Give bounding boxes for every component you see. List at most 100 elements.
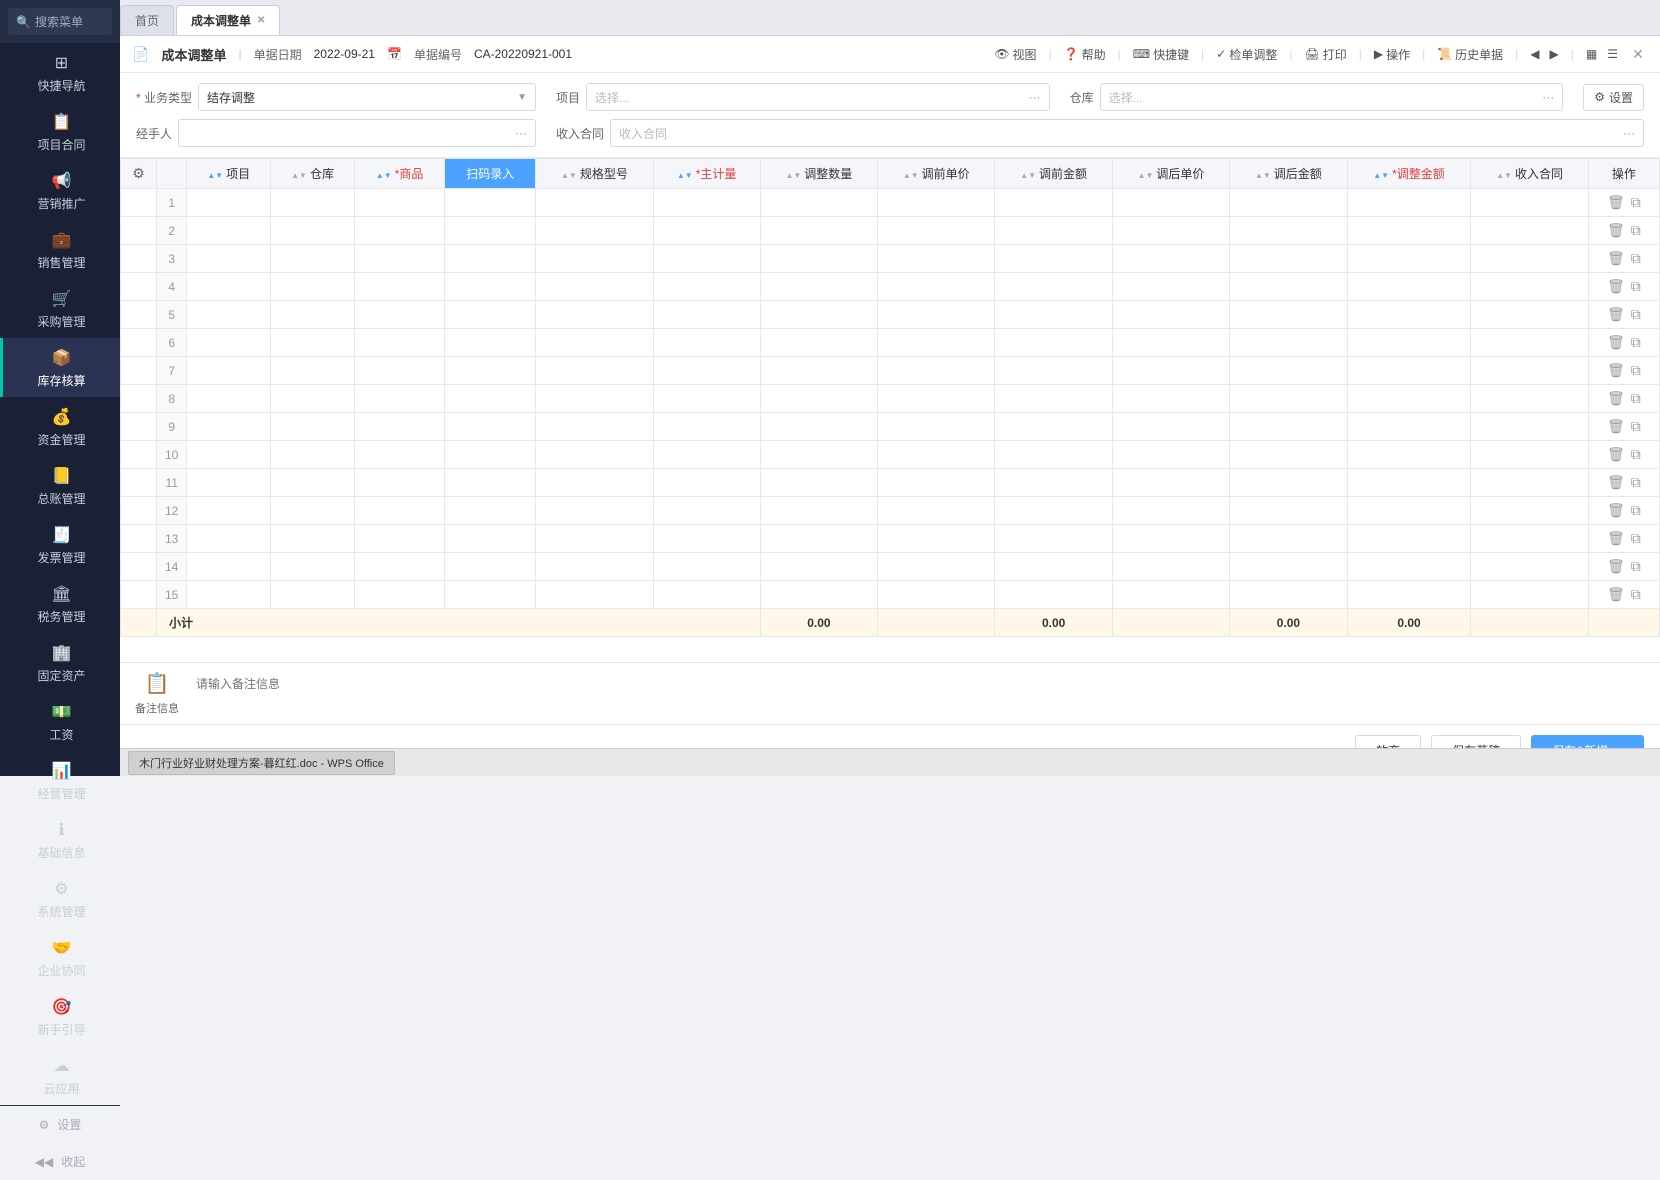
row-warehouse-14[interactable] [271, 553, 355, 581]
handler-more-icon[interactable]: ··· [515, 126, 527, 140]
row-warehouse-15[interactable] [271, 581, 355, 609]
row-after-amount-1[interactable] [1230, 189, 1347, 217]
row-adjust-qty-10[interactable] [760, 441, 877, 469]
row-adjust-amount-12[interactable] [1347, 497, 1471, 525]
row-project-10[interactable] [187, 441, 271, 469]
row-project-9[interactable] [187, 413, 271, 441]
row-spec-3[interactable] [536, 245, 653, 273]
copy-icon-7[interactable]: ⧉ [1631, 362, 1641, 379]
copy-icon-2[interactable]: ⧉ [1631, 222, 1641, 239]
row-income-contract-12[interactable] [1471, 497, 1588, 525]
row-after-price-1[interactable] [1112, 189, 1229, 217]
row-before-price-9[interactable] [878, 413, 995, 441]
row-checkbox[interactable] [121, 329, 157, 357]
row-scan-3[interactable] [445, 245, 536, 273]
row-checkbox[interactable] [121, 357, 157, 385]
row-unit-9[interactable] [653, 413, 760, 441]
row-checkbox[interactable] [121, 469, 157, 497]
row-after-price-15[interactable] [1112, 581, 1229, 609]
row-product-11[interactable] [354, 469, 444, 497]
column-settings-icon[interactable]: ⚙ [132, 165, 145, 181]
row-product-7[interactable] [354, 357, 444, 385]
list-view-btn[interactable]: ☰ [1607, 47, 1618, 61]
grid-view-btn[interactable]: ▦ [1586, 47, 1597, 61]
close-button[interactable]: ✕ [1628, 44, 1648, 64]
nav-right-btn[interactable]: ▶ [1550, 47, 1559, 61]
row-spec-6[interactable] [536, 329, 653, 357]
row-product-5[interactable] [354, 301, 444, 329]
delete-icon-15[interactable]: 🗑 [1607, 586, 1625, 603]
row-scan-6[interactable] [445, 329, 536, 357]
th-scan-input[interactable]: 扫码录入 [445, 159, 536, 189]
row-after-amount-4[interactable] [1230, 273, 1347, 301]
help-btn[interactable]: ❓帮助 [1064, 46, 1106, 63]
row-unit-4[interactable] [653, 273, 760, 301]
row-spec-7[interactable] [536, 357, 653, 385]
row-adjust-qty-9[interactable] [760, 413, 877, 441]
row-income-contract-6[interactable] [1471, 329, 1588, 357]
row-checkbox[interactable] [121, 497, 157, 525]
delete-icon-4[interactable]: 🗑 [1607, 278, 1625, 295]
row-checkbox[interactable] [121, 581, 157, 609]
row-spec-14[interactable] [536, 553, 653, 581]
row-scan-9[interactable] [445, 413, 536, 441]
row-warehouse-4[interactable] [271, 273, 355, 301]
row-unit-10[interactable] [653, 441, 760, 469]
row-before-price-15[interactable] [878, 581, 995, 609]
row-product-12[interactable] [354, 497, 444, 525]
row-unit-7[interactable] [653, 357, 760, 385]
sidebar-item-project-contract[interactable]: 📋项目合同 [0, 102, 120, 161]
th-adjust-qty[interactable]: ▲▼调整数量 [760, 159, 877, 189]
row-checkbox[interactable] [121, 525, 157, 553]
row-before-price-2[interactable] [878, 217, 995, 245]
row-project-3[interactable] [187, 245, 271, 273]
row-checkbox[interactable] [121, 189, 157, 217]
sidebar-item-basic-info[interactable]: ℹ基础信息 [0, 810, 120, 869]
row-scan-14[interactable] [445, 553, 536, 581]
row-after-price-13[interactable] [1112, 525, 1229, 553]
row-product-13[interactable] [354, 525, 444, 553]
row-adjust-amount-9[interactable] [1347, 413, 1471, 441]
row-income-contract-5[interactable] [1471, 301, 1588, 329]
row-adjust-qty-7[interactable] [760, 357, 877, 385]
row-adjust-qty-4[interactable] [760, 273, 877, 301]
row-adjust-qty-5[interactable] [760, 301, 877, 329]
sidebar-item-enterprise-collab[interactable]: 🤝企业协同 [0, 928, 120, 987]
row-before-amount-8[interactable] [995, 385, 1112, 413]
row-warehouse-9[interactable] [271, 413, 355, 441]
row-before-amount-11[interactable] [995, 469, 1112, 497]
th-before-price[interactable]: ▲▼调前单价 [878, 159, 995, 189]
row-before-price-1[interactable] [878, 189, 995, 217]
row-unit-12[interactable] [653, 497, 760, 525]
row-adjust-amount-5[interactable] [1347, 301, 1471, 329]
row-after-price-8[interactable] [1112, 385, 1229, 413]
row-income-contract-8[interactable] [1471, 385, 1588, 413]
row-warehouse-2[interactable] [271, 217, 355, 245]
income-contract-more-icon[interactable]: ··· [1623, 126, 1635, 140]
row-unit-3[interactable] [653, 245, 760, 273]
row-spec-15[interactable] [536, 581, 653, 609]
row-adjust-qty-13[interactable] [760, 525, 877, 553]
row-before-price-12[interactable] [878, 497, 995, 525]
delete-icon-5[interactable]: 🗑 [1607, 306, 1625, 323]
row-before-amount-10[interactable] [995, 441, 1112, 469]
row-checkbox[interactable] [121, 413, 157, 441]
sidebar-item-sys-mgmt[interactable]: ⚙系统管理 [0, 869, 120, 928]
copy-icon-13[interactable]: ⧉ [1631, 530, 1641, 547]
row-adjust-amount-15[interactable] [1347, 581, 1471, 609]
row-before-amount-15[interactable] [995, 581, 1112, 609]
sidebar-item-cloud-apps[interactable]: ☁云应用 [0, 1046, 120, 1105]
row-project-15[interactable] [187, 581, 271, 609]
row-after-price-14[interactable] [1112, 553, 1229, 581]
row-before-amount-3[interactable] [995, 245, 1112, 273]
row-warehouse-11[interactable] [271, 469, 355, 497]
row-adjust-amount-7[interactable] [1347, 357, 1471, 385]
row-before-amount-4[interactable] [995, 273, 1112, 301]
row-adjust-amount-6[interactable] [1347, 329, 1471, 357]
row-scan-13[interactable] [445, 525, 536, 553]
row-product-6[interactable] [354, 329, 444, 357]
row-checkbox[interactable] [121, 385, 157, 413]
row-spec-12[interactable] [536, 497, 653, 525]
row-before-amount-6[interactable] [995, 329, 1112, 357]
row-warehouse-12[interactable] [271, 497, 355, 525]
